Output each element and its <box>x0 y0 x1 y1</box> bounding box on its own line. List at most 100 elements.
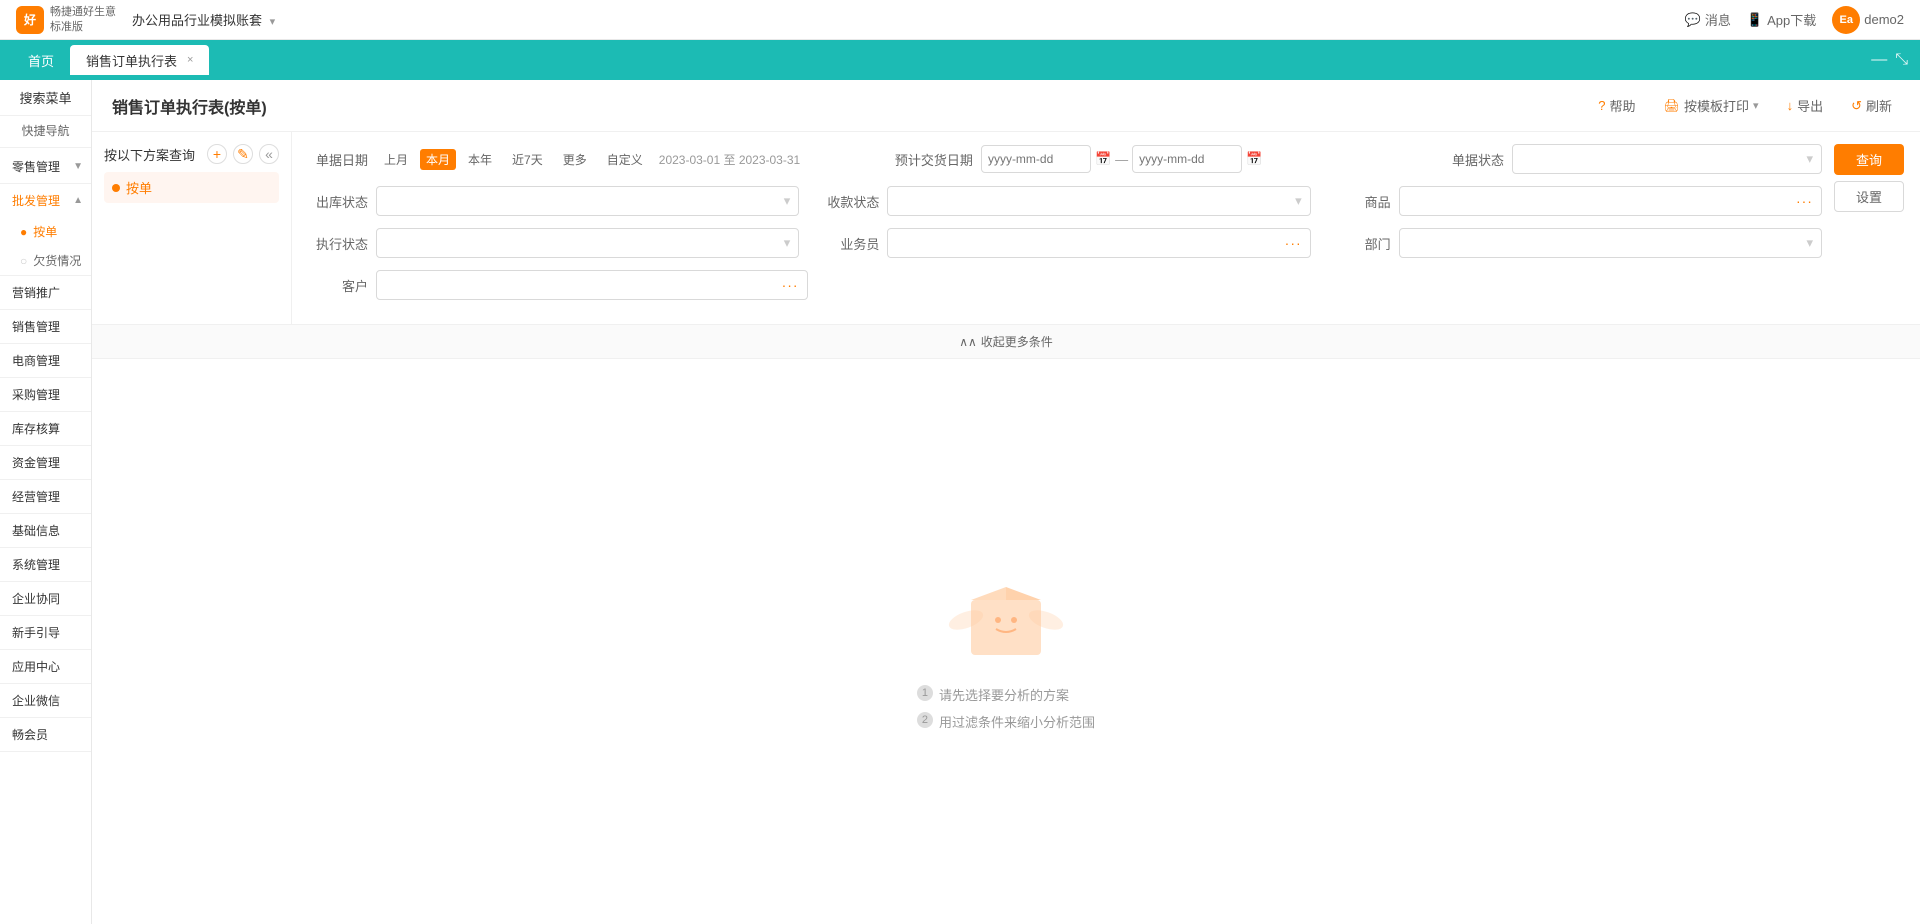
date-this-month-btn[interactable]: 本月 <box>420 149 456 170</box>
product-label: 商品 <box>1331 192 1391 211</box>
sidebar-section-appcenter: 应用中心 <box>0 650 91 684</box>
scheme-active-dot <box>112 184 120 192</box>
tab-home[interactable]: 首页 <box>12 45 70 75</box>
scheme-edit-btn[interactable]: ✎ <box>233 144 253 164</box>
sidebar-section-newbie: 新手引导 <box>0 616 91 650</box>
expected-date-end[interactable] <box>1132 145 1242 173</box>
print-dropdown-icon: ▾ <box>1753 99 1759 112</box>
filter-fields-wrapper: 单据日期 上月 本月 本年 近7天 更多 自定义 2023-03-01 至 20… <box>292 132 1920 324</box>
date-custom-btn[interactable]: 自定义 <box>599 148 651 171</box>
sidebar-section-finance: 资金管理 <box>0 446 91 480</box>
print-icon: 🖨 <box>1664 98 1681 114</box>
receipt-status-select[interactable]: ▾ <box>887 186 1310 216</box>
sidebar-item-purchase[interactable]: 采购管理 <box>0 378 91 411</box>
date-this-year-btn[interactable]: 本年 <box>460 148 500 171</box>
sidebar-section-collab: 企业协同 <box>0 582 91 616</box>
sidebar-item-inventory[interactable]: 库存核算 <box>0 412 91 445</box>
out-status-label: 出库状态 <box>308 192 368 211</box>
sidebar-item-wechat[interactable]: 企业微信 <box>0 684 91 717</box>
expected-date-start[interactable] <box>981 145 1091 173</box>
help-icon: ? <box>1598 98 1605 113</box>
sidebar-item-system[interactable]: 系统管理 <box>0 548 91 581</box>
exec-status-select[interactable]: ▾ <box>376 228 799 258</box>
settings-button[interactable]: 设置 <box>1834 181 1904 212</box>
print-btn[interactable]: 🖨 按模板打印 ▾ <box>1656 92 1767 119</box>
sidebar-section-system: 系统管理 <box>0 548 91 582</box>
product-dots-icon[interactable]: ··· <box>1796 193 1813 209</box>
main-layout: 搜索菜单 快捷导航 零售管理 ▼ 批发管理 ▲ ● 按单 ○ 欠货情况 <box>0 80 1920 924</box>
date-last7-btn[interactable]: 近7天 <box>504 148 551 171</box>
chevron-down-icon: ▲ <box>73 195 83 206</box>
message-btn[interactable]: 💬 消息 <box>1685 10 1731 29</box>
collapse-more-btn[interactable]: ∧∧ 收起更多条件 <box>959 333 1053 350</box>
sidebar-section-operations: 经营管理 <box>0 480 91 514</box>
page-title: 销售订单执行表(按单) <box>112 94 267 118</box>
scheme-collapse-btn[interactable]: « <box>259 144 279 164</box>
quick-nav-item[interactable]: 快捷导航 <box>0 116 91 145</box>
refresh-icon: ↺ <box>1851 98 1862 114</box>
sidebar-section-wholesale: 批发管理 ▲ ● 按单 ○ 欠货情况 <box>0 184 91 276</box>
page-header: 销售订单执行表(按单) ? 帮助 🖨 按模板打印 ▾ ↓ 导出 <box>92 80 1920 132</box>
sidebar-item-finance[interactable]: 资金管理 <box>0 446 91 479</box>
sidebar-item-member[interactable]: 畅会员 <box>0 718 91 751</box>
customer-select[interactable]: ··· <box>376 270 808 300</box>
sidebar-item-basic[interactable]: 基础信息 <box>0 514 91 547</box>
sidebar-section-wechat: 企业微信 <box>0 684 91 718</box>
sidebar: 搜索菜单 快捷导航 零售管理 ▼ 批发管理 ▲ ● 按单 ○ 欠货情况 <box>0 80 92 924</box>
filter-field-product: 商品 ··· <box>1331 186 1822 216</box>
scheme-item-order[interactable]: 按单 <box>104 172 279 203</box>
customer-dots-icon[interactable]: ··· <box>782 277 799 293</box>
app-title-arrow-icon[interactable]: ▾ <box>270 16 276 28</box>
sidebar-search[interactable]: 搜索菜单 <box>0 80 91 116</box>
download-icon: 📱 <box>1747 12 1763 28</box>
date-more-btn[interactable]: 更多 <box>555 148 595 171</box>
sidebar-item-appcenter[interactable]: 应用中心 <box>0 650 91 683</box>
collapse-bar: ∧∧ 收起更多条件 <box>92 325 1920 359</box>
expected-date-label: 预计交货日期 <box>895 150 973 169</box>
sidebar-section-basic: 基础信息 <box>0 514 91 548</box>
sidebar-item-wholesale[interactable]: 批发管理 ▲ <box>0 184 91 217</box>
filter-field-date: 单据日期 上月 本月 本年 近7天 更多 自定义 2023-03-01 至 20… <box>308 148 875 171</box>
tab-expand-icon[interactable]: ⤡ <box>1895 51 1908 69</box>
status-select[interactable]: ▾ <box>1512 144 1822 174</box>
dept-select[interactable]: ▾ <box>1399 228 1822 258</box>
help-btn[interactable]: ? 帮助 <box>1590 92 1643 119</box>
logo-icon: 好 <box>16 6 44 34</box>
sidebar-item-marketing[interactable]: 营销推广 <box>0 276 91 309</box>
refresh-btn[interactable]: ↺ 刷新 <box>1843 92 1900 119</box>
sidebar-sub-item-order[interactable]: ● 按单 <box>0 217 91 246</box>
sidebar-section-purchase: 采购管理 <box>0 378 91 412</box>
salesman-select[interactable]: ··· <box>887 228 1310 258</box>
scheme-add-btn[interactable]: + <box>207 144 227 164</box>
empty-illustration <box>946 545 1066 665</box>
sidebar-item-operations[interactable]: 经营管理 <box>0 480 91 513</box>
tab-close-window-icon[interactable]: — <box>1871 51 1887 69</box>
empty-state: 1 请先选择要分析的方案 2 用过滤条件来缩小分析范围 <box>92 359 1920 924</box>
user-menu[interactable]: Ea demo2 <box>1832 6 1904 34</box>
date-last-month-btn[interactable]: 上月 <box>376 148 416 171</box>
app-download-btn[interactable]: 📱 App下载 <box>1747 10 1816 29</box>
export-btn[interactable]: ↓ 导出 <box>1779 92 1832 119</box>
query-button[interactable]: 查询 <box>1834 144 1904 175</box>
avatar: Ea <box>1832 6 1860 34</box>
search-menu-text[interactable]: 搜索菜单 <box>8 88 83 107</box>
sidebar-item-ecom[interactable]: 电商管理 <box>0 344 91 377</box>
collapse-up-icon: ∧∧ <box>959 335 977 349</box>
dept-label: 部门 <box>1331 234 1391 253</box>
sidebar-item-newbie[interactable]: 新手引导 <box>0 616 91 649</box>
salesman-dots-icon[interactable]: ··· <box>1285 235 1302 251</box>
sidebar-item-sales[interactable]: 销售管理 <box>0 310 91 343</box>
tip-num-2: 2 <box>917 712 933 728</box>
product-select[interactable]: ··· <box>1399 186 1822 216</box>
salesman-label: 业务员 <box>819 234 879 253</box>
sidebar-item-collab[interactable]: 企业协同 <box>0 582 91 615</box>
filter-action-col: 查询 设置 <box>1834 144 1904 312</box>
sidebar-item-retail[interactable]: 零售管理 ▼ <box>0 150 91 183</box>
tab-close-icon[interactable]: × <box>187 54 193 66</box>
status-label: 单据状态 <box>1444 150 1504 169</box>
tab-sales-order[interactable]: 销售订单执行表 × <box>70 45 209 75</box>
sidebar-section-retail: 零售管理 ▼ <box>0 150 91 184</box>
date-group: 上月 本月 本年 近7天 更多 自定义 2023-03-01 至 2023-03… <box>376 148 875 171</box>
sidebar-sub-item-owed[interactable]: ○ 欠货情况 <box>0 246 91 275</box>
out-status-select[interactable]: ▾ <box>376 186 799 216</box>
